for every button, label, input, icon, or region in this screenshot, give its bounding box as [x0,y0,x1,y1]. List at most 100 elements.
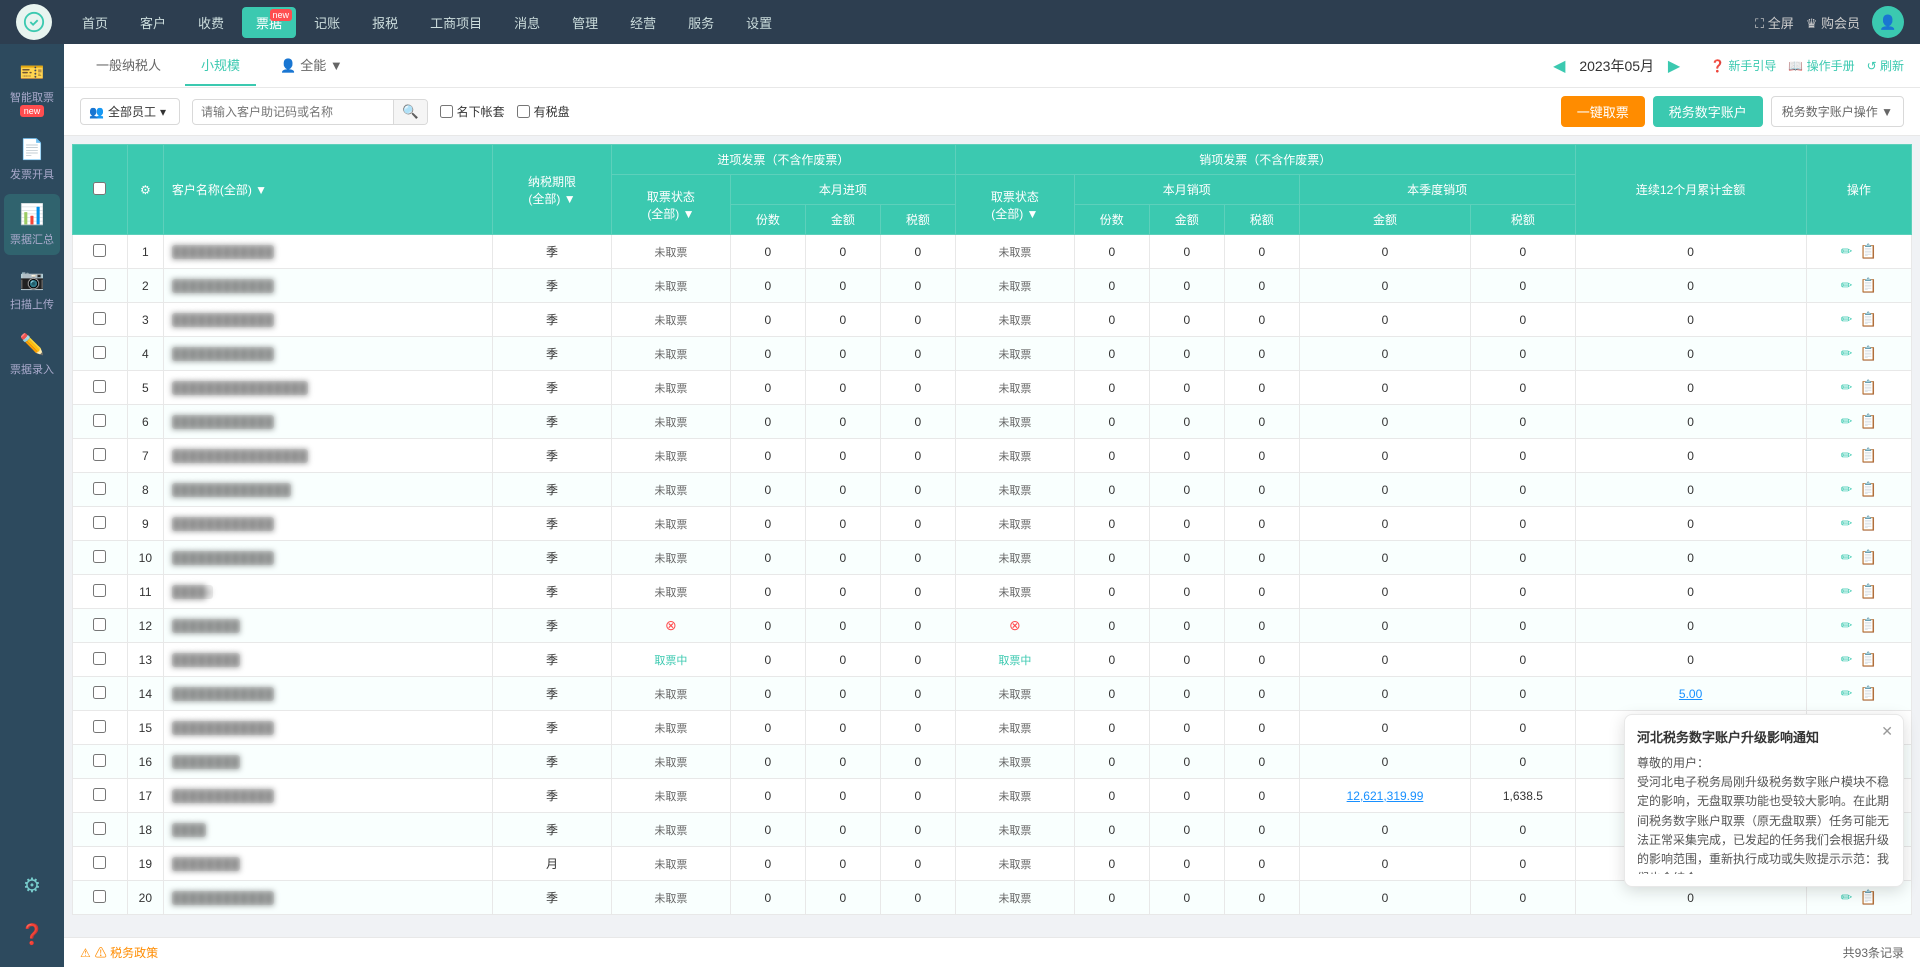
col-out-status-header[interactable]: 取票状态(全部) ▼ [955,175,1074,235]
edit-btn[interactable]: ✏ [1839,479,1855,500]
tab-all[interactable]: 👤全能 ▼ [264,45,359,86]
edit-btn[interactable]: ✏ [1839,581,1855,602]
client-name[interactable]: ████████████ [172,415,274,429]
nav-service[interactable]: 服务 [674,7,728,38]
sidebar-item-invoice-open[interactable]: 📄 发票开具 [4,129,60,190]
row-checkbox[interactable] [93,278,106,291]
checkbox-taxdisk[interactable]: 有税盘 [517,103,570,120]
client-name[interactable]: ████████████ [172,347,274,361]
tab-general[interactable]: 一般纳税人 [80,45,177,86]
sidebar-item-gear[interactable]: ⚙ [4,865,60,906]
copy-btn[interactable]: 📋 [1858,683,1879,704]
col-name-header[interactable]: 客户名称(全部) ▼ [163,145,492,235]
edit-btn[interactable]: ✏ [1839,615,1855,636]
sidebar-item-invoice-summary[interactable]: 📊 票据汇总 [4,194,60,255]
row-checkbox[interactable] [93,482,106,495]
copy-btn[interactable]: 📋 [1858,343,1879,364]
nav-manage[interactable]: 管理 [558,7,612,38]
copy-btn[interactable]: 📋 [1858,479,1879,500]
client-name[interactable]: ████████████ [172,721,274,735]
edit-btn[interactable]: ✏ [1839,445,1855,466]
edit-btn[interactable]: ✏ [1839,887,1855,908]
copy-btn[interactable]: 📋 [1858,241,1879,262]
sidebar-item-help[interactable]: ❓ [4,914,60,955]
nav-operation[interactable]: 经营 [616,7,670,38]
next-month-btn[interactable]: ▶ [1662,54,1686,78]
notif-close-btn[interactable]: ✕ [1881,723,1893,740]
nav-bookkeep[interactable]: 记账 [300,7,354,38]
edit-btn[interactable]: ✏ [1839,683,1855,704]
refresh-btn[interactable]: ↺ 刷新 [1867,57,1904,74]
edit-btn[interactable]: ✏ [1839,343,1855,364]
taxdisk-checkbox[interactable] [517,105,530,118]
client-name[interactable]: ████████████ [172,279,274,293]
client-name[interactable]: ████████ [172,755,240,769]
row-checkbox[interactable] [93,652,106,665]
nav-fee[interactable]: 收费 [184,7,238,38]
avatar[interactable]: 👤 [1872,6,1904,38]
edit-btn[interactable]: ✏ [1839,241,1855,262]
row-checkbox[interactable] [93,856,106,869]
one-click-btn[interactable]: 一键取票 [1561,96,1645,127]
edit-btn[interactable]: ✏ [1839,377,1855,398]
client-name[interactable]: ████████ [172,619,240,633]
copy-btn[interactable]: 📋 [1858,649,1879,670]
client-name[interactable]: ████████ [172,857,240,871]
qtr-amount-value[interactable]: 12,621,319.99 [1347,789,1424,803]
client-name[interactable]: ████████████ [172,687,274,701]
sidebar-item-scan[interactable]: 📷 扫描上传 [4,259,60,320]
digital-account-ops-btn[interactable]: 税务数字账户操作 ▼ [1771,96,1904,127]
row-checkbox[interactable] [93,380,106,393]
row-checkbox[interactable] [93,584,106,597]
client-name[interactable]: ████████████ [172,891,274,905]
row-checkbox[interactable] [93,312,106,325]
edit-btn[interactable]: ✏ [1839,513,1855,534]
edit-btn[interactable]: ✏ [1839,547,1855,568]
edit-btn[interactable]: ✏ [1839,649,1855,670]
tab-small[interactable]: 小规模 [185,45,256,86]
client-name[interactable]: ████████████ [172,313,274,327]
nav-settings[interactable]: 设置 [732,7,786,38]
sidebar-item-smart-ticket[interactable]: 🎫 智能取票 new [4,52,60,125]
copy-btn[interactable]: 📋 [1858,887,1879,908]
col-period-header[interactable]: 纳税期限(全部) ▼ [493,145,612,235]
client-name[interactable]: ████████████ [172,551,274,565]
nav-business[interactable]: 工商项目 [416,7,496,38]
client-name[interactable]: ████████████ [172,517,274,531]
row-checkbox[interactable] [93,414,106,427]
new-guide-btn[interactable]: ❓ 新手引导 [1710,57,1776,74]
row-checkbox[interactable] [93,448,106,461]
row-checkbox[interactable] [93,516,106,529]
row-checkbox[interactable] [93,890,106,903]
manual-btn[interactable]: 📖 操作手册 [1788,57,1854,74]
row-checkbox[interactable] [93,720,106,733]
nav-tax[interactable]: 报税 [358,7,412,38]
client-name[interactable]: ████ [172,823,206,837]
digital-account-btn[interactable]: 税务数字账户 [1653,96,1763,127]
edit-btn[interactable]: ✏ [1839,275,1855,296]
row-checkbox[interactable] [93,686,106,699]
row-checkbox[interactable] [93,754,106,767]
nav-client[interactable]: 客户 [126,7,180,38]
client-name[interactable]: ████████████████ [172,381,308,395]
client-name[interactable]: ████e [172,585,213,599]
vip-btn[interactable]: ♛ 购会员 [1806,13,1860,32]
copy-btn[interactable]: 📋 [1858,445,1879,466]
copy-btn[interactable]: 📋 [1858,275,1879,296]
fullscreen-btn[interactable]: ⛶ 全屏 [1755,13,1794,32]
nav-home[interactable]: 首页 [68,7,122,38]
edit-btn[interactable]: ✏ [1839,309,1855,330]
select-all-checkbox[interactable] [93,182,106,195]
copy-btn[interactable]: 📋 [1858,411,1879,432]
client-name[interactable]: ██████████████ [172,483,291,497]
prev-month-btn[interactable]: ◀ [1547,54,1571,78]
cumulative-link[interactable]: 5.00 [1679,687,1702,701]
staff-select[interactable]: 👥 全部员工 ▾ [80,98,180,125]
copy-btn[interactable]: 📋 [1858,309,1879,330]
copy-btn[interactable]: 📋 [1858,377,1879,398]
owned-checkbox[interactable] [440,105,453,118]
sidebar-item-entry[interactable]: ✏️ 票据录入 [4,324,60,385]
checkbox-owned[interactable]: 名下帐套 [440,103,505,120]
copy-btn[interactable]: 📋 [1858,581,1879,602]
col-income-status-header[interactable]: 取票状态(全部) ▼ [611,175,730,235]
